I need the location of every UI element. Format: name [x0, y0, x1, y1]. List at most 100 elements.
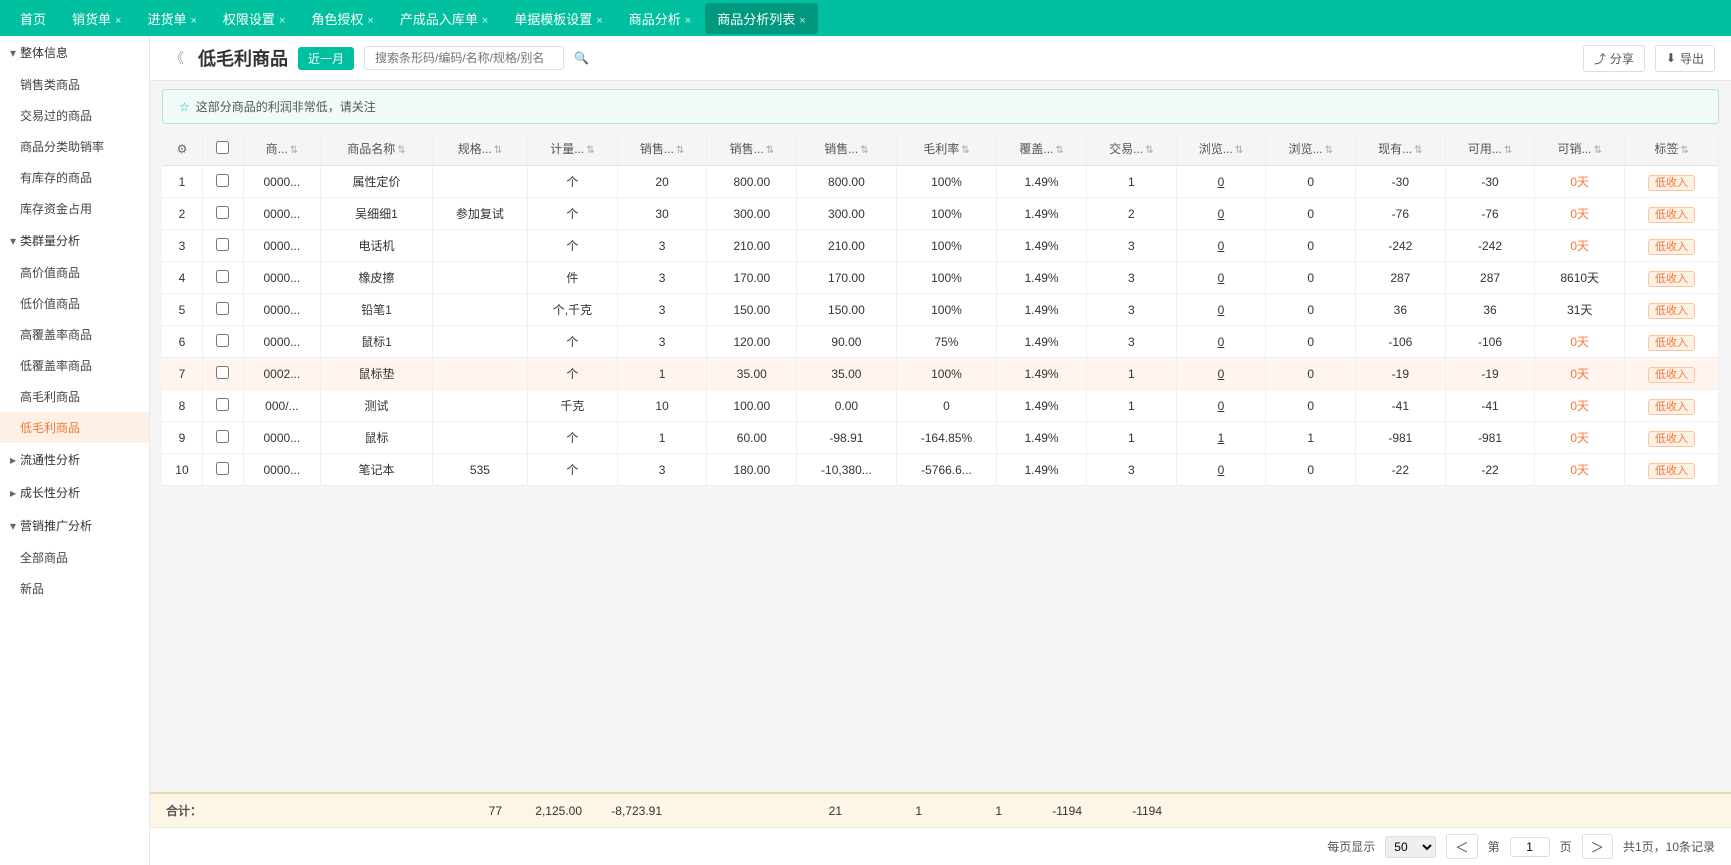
sidebar-item-low-margin[interactable]: 低毛利商品: [0, 412, 149, 443]
close-icon[interactable]: ×: [190, 15, 196, 27]
row-select-checkbox[interactable]: [216, 462, 229, 475]
row-tag[interactable]: 低收入: [1625, 262, 1719, 294]
search-input[interactable]: [364, 46, 564, 70]
row-checkbox[interactable]: [202, 198, 243, 230]
col-sales-profit[interactable]: 销售...⇅: [797, 132, 897, 166]
row-tag[interactable]: 低收入: [1625, 230, 1719, 262]
row-checkbox[interactable]: [202, 422, 243, 454]
row-select-checkbox[interactable]: [216, 270, 229, 283]
nav-template-settings[interactable]: 单据模板设置×: [502, 3, 614, 34]
sidebar-item-high-value[interactable]: 高价值商品: [0, 257, 149, 288]
row-tag[interactable]: 低收入: [1625, 294, 1719, 326]
row-select-checkbox[interactable]: [216, 366, 229, 379]
sidebar-group-marketing[interactable]: ▾ 营销推广分析: [0, 509, 149, 542]
close-icon[interactable]: ×: [799, 15, 805, 27]
row-checkbox[interactable]: [202, 358, 243, 390]
row-view1[interactable]: 0: [1176, 326, 1266, 358]
sidebar-item-stocked-products[interactable]: 有库存的商品: [0, 162, 149, 193]
col-current-stock[interactable]: 现有...⇅: [1356, 132, 1446, 166]
col-trade-count[interactable]: 交易...⇅: [1086, 132, 1176, 166]
row-select-checkbox[interactable]: [216, 174, 229, 187]
col-sales-amt[interactable]: 销售...⇅: [707, 132, 797, 166]
row-view1[interactable]: 0: [1176, 454, 1266, 486]
nav-finished-goods[interactable]: 产成品入库单×: [388, 3, 500, 34]
row-tag[interactable]: 低收入: [1625, 422, 1719, 454]
close-icon[interactable]: ×: [367, 15, 373, 27]
col-sales-qty[interactable]: 销售...⇅: [617, 132, 707, 166]
row-select-checkbox[interactable]: [216, 398, 229, 411]
close-icon[interactable]: ×: [482, 15, 488, 27]
page-number-input[interactable]: [1510, 837, 1550, 857]
row-checkbox[interactable]: [202, 454, 243, 486]
row-select-checkbox[interactable]: [216, 206, 229, 219]
col-unit[interactable]: 计量...⇅: [528, 132, 618, 166]
prev-page-button[interactable]: ＜: [1446, 834, 1477, 859]
col-tag[interactable]: 标签⇅: [1625, 132, 1719, 166]
col-sellable-days[interactable]: 可销...⇅: [1535, 132, 1625, 166]
sidebar-item-low-value[interactable]: 低价值商品: [0, 288, 149, 319]
nav-home[interactable]: 首页: [8, 3, 58, 34]
row-select-checkbox[interactable]: [216, 430, 229, 443]
col-view2[interactable]: 浏览...⇅: [1266, 132, 1356, 166]
row-view1[interactable]: 0: [1176, 166, 1266, 198]
col-spec[interactable]: 规格...⇅: [432, 132, 527, 166]
row-checkbox[interactable]: [202, 390, 243, 422]
row-tag[interactable]: 低收入: [1625, 198, 1719, 230]
sidebar-group-liquidity[interactable]: ▸ 流通性分析: [0, 443, 149, 476]
col-code[interactable]: 商...⇅: [243, 132, 321, 166]
sidebar-item-new-products[interactable]: 新品: [0, 573, 149, 604]
sidebar-item-traded-products[interactable]: 交易过的商品: [0, 100, 149, 131]
row-tag[interactable]: 低收入: [1625, 454, 1719, 486]
sidebar-item-stock-capital[interactable]: 库存资金占用: [0, 193, 149, 224]
export-button[interactable]: ⬇ 导出: [1655, 45, 1715, 72]
sidebar-item-high-coverage[interactable]: 高覆盖率商品: [0, 319, 149, 350]
search-icon[interactable]: 🔍: [574, 51, 589, 65]
row-select-checkbox[interactable]: [216, 334, 229, 347]
sidebar-item-category-sales-rate[interactable]: 商品分类助销率: [0, 131, 149, 162]
share-button[interactable]: ⤴ 分享: [1583, 45, 1645, 72]
nav-role-auth[interactable]: 角色授权×: [299, 3, 385, 34]
row-tag[interactable]: 低收入: [1625, 358, 1719, 390]
select-all-checkbox[interactable]: [216, 141, 229, 154]
row-select-checkbox[interactable]: [216, 302, 229, 315]
nav-product-analysis-list[interactable]: 商品分析列表×: [705, 3, 817, 34]
sidebar-item-high-margin[interactable]: 高毛利商品: [0, 381, 149, 412]
sidebar-group-overall-info[interactable]: ▾ 整体信息: [0, 36, 149, 69]
row-view1[interactable]: 0: [1176, 294, 1266, 326]
nav-purchase-order[interactable]: 进货单×: [135, 3, 208, 34]
col-name[interactable]: 商品名称⇅: [321, 132, 433, 166]
close-icon[interactable]: ×: [115, 15, 121, 27]
sidebar-group-growth[interactable]: ▸ 成长性分析: [0, 476, 149, 509]
sidebar-group-cluster-analysis[interactable]: ▾ 类群量分析: [0, 224, 149, 257]
col-view1[interactable]: 浏览...⇅: [1176, 132, 1266, 166]
row-view1[interactable]: 0: [1176, 230, 1266, 262]
sidebar-item-low-coverage[interactable]: 低覆盖率商品: [0, 350, 149, 381]
filter-recent-month-button[interactable]: 近一月: [298, 47, 354, 70]
row-select-checkbox[interactable]: [216, 238, 229, 251]
row-checkbox[interactable]: [202, 294, 243, 326]
row-checkbox[interactable]: [202, 326, 243, 358]
row-view1[interactable]: 0: [1176, 390, 1266, 422]
row-view1[interactable]: 0: [1176, 358, 1266, 390]
col-gross-margin[interactable]: 毛利率⇅: [896, 132, 997, 166]
row-tag[interactable]: 低收入: [1625, 326, 1719, 358]
row-view1[interactable]: 0: [1176, 198, 1266, 230]
row-tag[interactable]: 低收入: [1625, 390, 1719, 422]
close-icon[interactable]: ×: [685, 15, 691, 27]
close-icon[interactable]: ×: [596, 15, 602, 27]
nav-permission-settings[interactable]: 权限设置×: [211, 3, 297, 34]
per-page-select[interactable]: 50 100 200: [1385, 836, 1436, 858]
col-coverage[interactable]: 覆盖...⇅: [997, 132, 1087, 166]
nav-product-analysis[interactable]: 商品分析×: [617, 3, 703, 34]
next-page-button[interactable]: ＞: [1582, 834, 1613, 859]
col-checkbox[interactable]: [202, 132, 243, 166]
col-settings[interactable]: ⚙: [162, 132, 202, 166]
sidebar-collapse-button[interactable]: 《: [166, 44, 188, 72]
sidebar-item-all-products[interactable]: 全部商品: [0, 542, 149, 573]
row-checkbox[interactable]: [202, 166, 243, 198]
row-tag[interactable]: 低收入: [1625, 166, 1719, 198]
nav-sales-order[interactable]: 销货单×: [60, 3, 133, 34]
sidebar-item-sales-products[interactable]: 销售类商品: [0, 69, 149, 100]
close-icon[interactable]: ×: [279, 15, 285, 27]
row-checkbox[interactable]: [202, 230, 243, 262]
